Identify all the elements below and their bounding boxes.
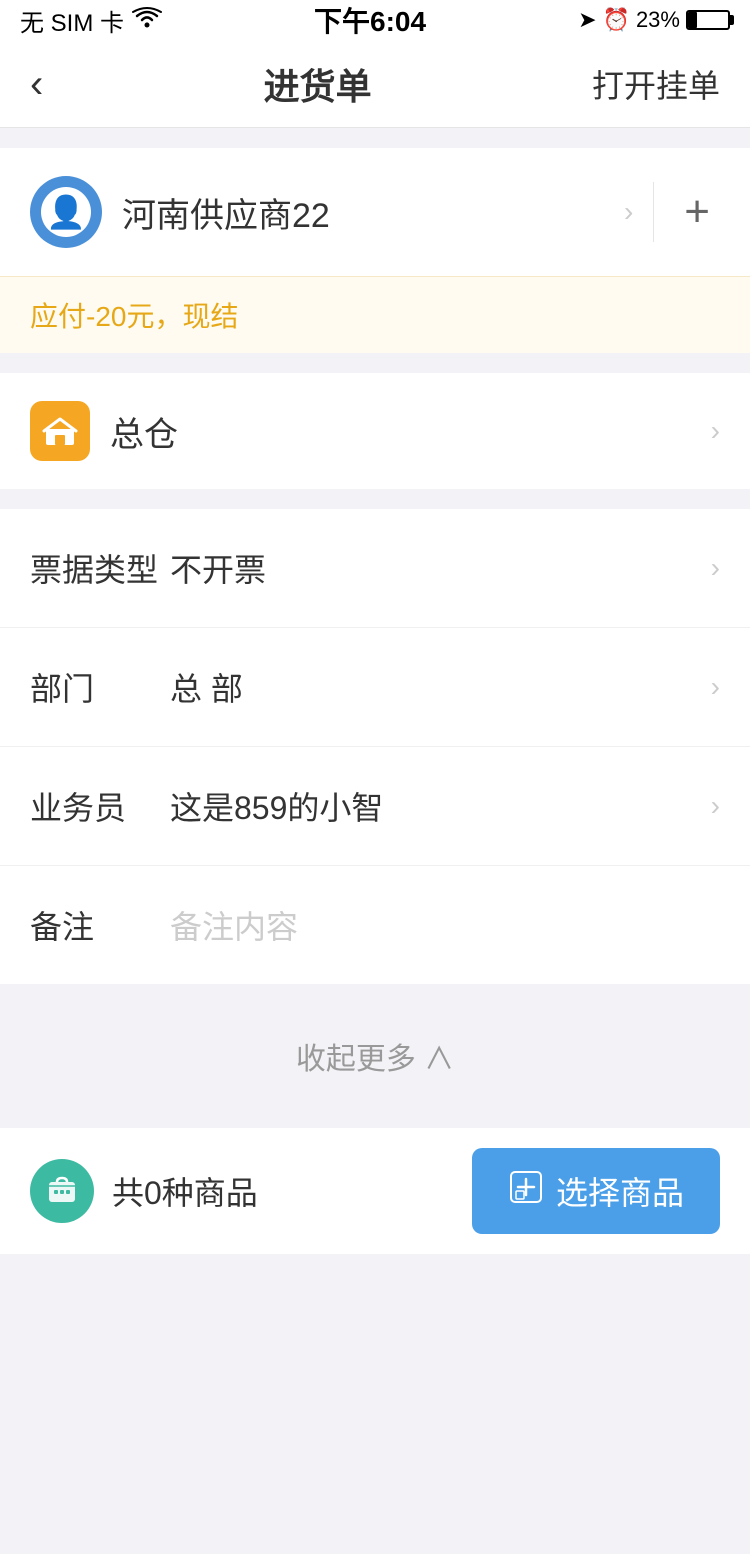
invoice-type-row[interactable]: 票据类型 不开票 › (0, 509, 750, 628)
carrier-text: 无 SIM 卡 (20, 3, 124, 38)
invoice-type-label: 票据类型 (30, 545, 170, 591)
bottom-bar: 共0种商品 选择商品 (0, 1128, 750, 1254)
nav-bar: ‹ 进货单 打开挂单 (0, 40, 750, 128)
cart-icon (43, 1172, 81, 1210)
remark-label: 备注 (30, 902, 170, 948)
warehouse-icon (42, 413, 78, 449)
select-product-button[interactable]: 选择商品 (472, 1148, 720, 1234)
chevron-right-icon: › (624, 196, 633, 228)
warehouse-chevron-icon: › (711, 415, 720, 447)
add-supplier-button[interactable]: + (674, 190, 720, 234)
product-count-wrap: 共0种商品 (30, 1159, 258, 1223)
page-title: 进货单 (264, 58, 372, 110)
gray-area (0, 1254, 750, 1554)
cart-icon-wrap (30, 1159, 94, 1223)
divider (653, 182, 654, 242)
invoice-type-value: 不开票 (170, 545, 701, 591)
person-icon: 👤 (46, 193, 86, 231)
department-row[interactable]: 部门 总 部 › (0, 628, 750, 747)
salesperson-label: 业务员 (30, 783, 170, 829)
department-chevron-icon: › (711, 671, 720, 703)
status-left: 无 SIM 卡 (20, 3, 162, 38)
select-product-icon (508, 1169, 544, 1214)
wifi-icon (132, 6, 162, 35)
warehouse-icon-wrap (30, 401, 90, 461)
remark-row[interactable]: 备注 备注内容 (0, 866, 750, 984)
status-right: ➤ ⏰ 23% (578, 7, 730, 33)
department-value: 总 部 (170, 664, 701, 710)
warehouse-label: 总仓 (110, 407, 701, 456)
avatar: 👤 (30, 176, 102, 248)
collapse-label: 收起更多 ∧ (296, 1043, 454, 1076)
salesperson-row[interactable]: 业务员 这是859的小智 › (0, 747, 750, 866)
select-product-label: 选择商品 (556, 1168, 684, 1214)
status-time: 下午6:04 (314, 0, 426, 40)
location-icon: ➤ (578, 7, 596, 33)
status-bar: 无 SIM 卡 下午6:04 ➤ ⏰ 23% (0, 0, 750, 40)
warehouse-row[interactable]: 总仓 › (0, 373, 750, 489)
open-pending-button[interactable]: 打开挂单 (592, 61, 720, 107)
form-section: 票据类型 不开票 › 部门 总 部 › 业务员 这是859的小智 › 备注 备注… (0, 509, 750, 984)
battery-text: 23% (636, 7, 680, 33)
salesperson-chevron-icon: › (711, 790, 720, 822)
department-label: 部门 (30, 664, 170, 710)
supplier-section: 👤 河南供应商22 › + 应付-20元，现结 (0, 148, 750, 353)
invoice-type-chevron-icon: › (711, 552, 720, 584)
balance-notice: 应付-20元，现结 (0, 276, 750, 353)
product-count-text: 共0种商品 (112, 1168, 258, 1214)
supplier-name: 河南供应商22 (122, 188, 614, 237)
remark-placeholder: 备注内容 (170, 902, 720, 948)
alarm-icon: ⏰ (603, 7, 630, 33)
balance-text: 应付-20元，现结 (30, 301, 238, 332)
back-button[interactable]: ‹ (30, 64, 43, 104)
salesperson-value: 这是859的小智 (170, 783, 701, 829)
battery-icon (686, 10, 730, 30)
supplier-row[interactable]: 👤 河南供应商22 › + (0, 148, 750, 276)
collapse-row[interactable]: 收起更多 ∧ (0, 1004, 750, 1108)
content: 👤 河南供应商22 › + 应付-20元，现结 总仓 › 票据类型 (0, 148, 750, 1554)
